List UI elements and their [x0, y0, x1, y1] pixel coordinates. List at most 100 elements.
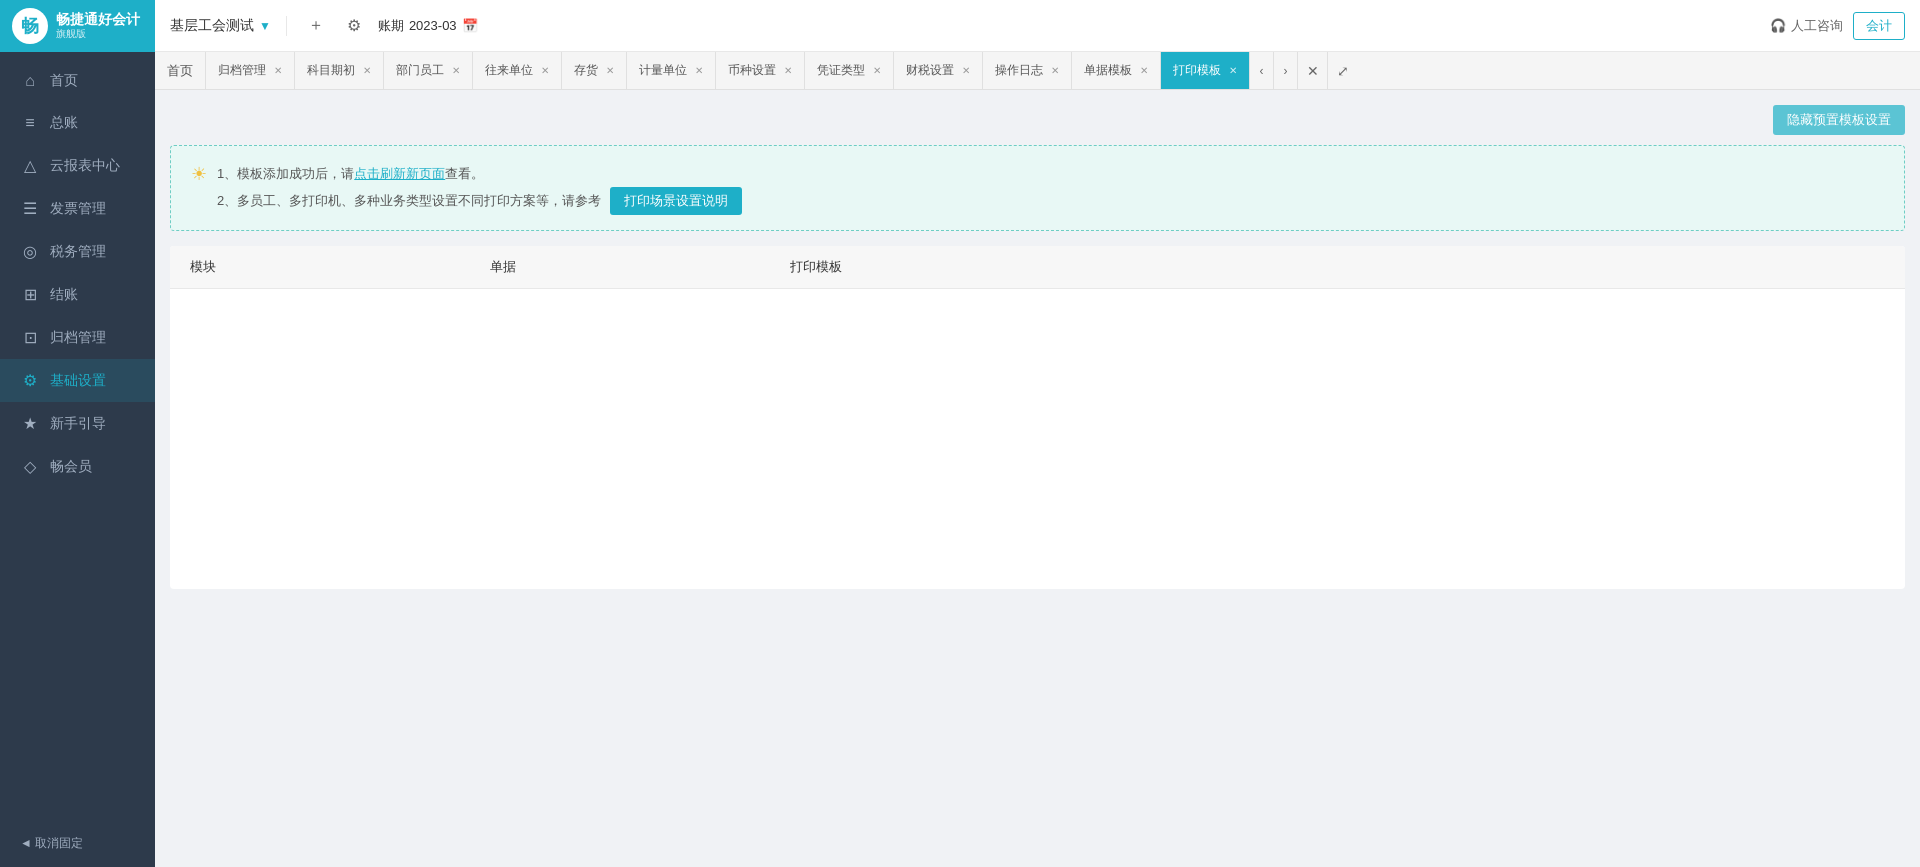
info-line-2: 2、多员工、多打印机、多种业务类型设置不同打印方案等，请参考 打印场景设置说明 — [217, 187, 742, 215]
sidebar-item-label: 基础设置 — [50, 372, 106, 390]
tab-template[interactable]: 单据模板 ✕ — [1072, 52, 1161, 90]
tab-subject[interactable]: 科目期初 ✕ — [295, 52, 384, 90]
company-selector[interactable]: 基层工会测试 ▼ — [170, 17, 271, 35]
sidebar-item-invoice[interactable]: ☰ 发票管理 — [0, 187, 155, 230]
tab-archive[interactable]: 归档管理 ✕ — [206, 52, 295, 90]
tab-currency-label: 币种设置 — [728, 62, 776, 79]
archive-icon: ⊡ — [20, 328, 40, 347]
action-bar: 隐藏预置模板设置 — [170, 105, 1905, 135]
tab-unit-label: 计量单位 — [639, 62, 687, 79]
tab-unit-close-icon[interactable]: ✕ — [695, 66, 703, 76]
tab-print-label: 打印模板 — [1173, 62, 1221, 79]
topbar-divider-1 — [286, 16, 287, 36]
sidebar-logo: 畅 畅捷通好会计 旗舰版 — [0, 0, 155, 52]
company-name: 基层工会测试 — [170, 17, 254, 35]
sidebar-item-tax[interactable]: ◎ 税务管理 — [0, 230, 155, 273]
period-value: 2023-03 — [409, 18, 457, 33]
member-icon: ◇ — [20, 457, 40, 476]
table-header: 模块 单据 打印模板 — [170, 246, 1905, 289]
tabs-next-button[interactable]: › — [1274, 52, 1298, 90]
tab-taxsetting-label: 财税设置 — [906, 62, 954, 79]
tab-subject-close-icon[interactable]: ✕ — [363, 66, 371, 76]
sidebar-footer[interactable]: ◄ 取消固定 — [0, 820, 155, 867]
sidebar-item-member[interactable]: ◇ 畅会员 — [0, 445, 155, 488]
sidebar-item-label: 税务管理 — [50, 243, 106, 261]
tab-oplog-label: 操作日志 — [995, 62, 1043, 79]
tab-currency-close-icon[interactable]: ✕ — [784, 66, 792, 76]
info-line2-prefix: 2、多员工、多打印机、多种业务类型设置不同打印方案等，请参考 — [217, 193, 601, 208]
guide-icon: ★ — [20, 414, 40, 433]
main-area: 基层工会测试 ▼ ＋ ⚙ 账期 2023-03 📅 🎧 人工咨询 会计 首页 归… — [155, 0, 1920, 867]
home-icon: ⌂ — [20, 72, 40, 90]
tab-inventory-label: 存货 — [574, 62, 598, 79]
topbar-right: 🎧 人工咨询 会计 — [1770, 12, 1905, 40]
tabs-prev-button[interactable]: ‹ — [1250, 52, 1274, 90]
info-box: ☀ 1、模板添加成功后，请点击刷新新页面查看。 2、多员工、多打印机、多种业务类… — [170, 145, 1905, 231]
sidebar-item-settings[interactable]: ⚙ 基础设置 — [0, 359, 155, 402]
tab-partner[interactable]: 往来单位 ✕ — [473, 52, 562, 90]
tab-voucher-close-icon[interactable]: ✕ — [873, 66, 881, 76]
settings-gear-icon[interactable]: ⚙ — [340, 12, 368, 40]
sidebar-item-archive[interactable]: ⊡ 归档管理 — [0, 316, 155, 359]
info-text-block: 1、模板添加成功后，请点击刷新新页面查看。 2、多员工、多打印机、多种业务类型设… — [217, 161, 742, 215]
sidebar-item-label: 云报表中心 — [50, 157, 120, 175]
company-chevron-icon: ▼ — [259, 19, 271, 33]
period-info: 账期 2023-03 📅 — [378, 17, 478, 35]
content-area: 隐藏预置模板设置 ☀ 1、模板添加成功后，请点击刷新新页面查看。 2、多员工、多… — [155, 90, 1920, 867]
column-print-template: 打印模板 — [770, 246, 1905, 288]
info-line1-prefix: 1、模板添加成功后，请 — [217, 166, 354, 181]
invoice-icon: ☰ — [20, 199, 40, 218]
tab-taxsetting[interactable]: 财税设置 ✕ — [894, 52, 983, 90]
tab-archive-close-icon[interactable]: ✕ — [274, 66, 282, 76]
tax-icon: ◎ — [20, 242, 40, 261]
tab-template-close-icon[interactable]: ✕ — [1140, 66, 1148, 76]
sidebar-item-home[interactable]: ⌂ 首页 — [0, 60, 155, 102]
tab-home-label: 首页 — [167, 62, 193, 80]
sidebar-item-label: 总账 — [50, 114, 78, 132]
tab-subject-label: 科目期初 — [307, 62, 355, 79]
unpin-label: ◄ 取消固定 — [20, 835, 83, 852]
logo-sub: 旗舰版 — [56, 27, 140, 41]
service-button[interactable]: 🎧 人工咨询 — [1770, 17, 1843, 35]
column-module: 模块 — [170, 246, 470, 288]
tab-taxsetting-close-icon[interactable]: ✕ — [962, 66, 970, 76]
tab-department-label: 部门员工 — [396, 62, 444, 79]
sidebar-item-label: 归档管理 — [50, 329, 106, 347]
info-line-1: 1、模板添加成功后，请点击刷新新页面查看。 — [217, 161, 742, 187]
tab-department-close-icon[interactable]: ✕ — [452, 66, 460, 76]
tab-department[interactable]: 部门员工 ✕ — [384, 52, 473, 90]
sidebar-item-ledger[interactable]: ≡ 总账 — [0, 102, 155, 144]
sidebar-item-label: 结账 — [50, 286, 78, 304]
sidebar-item-label: 首页 — [50, 72, 78, 90]
tab-template-label: 单据模板 — [1084, 62, 1132, 79]
calendar-icon[interactable]: 📅 — [462, 18, 478, 33]
tabs-close-all-button[interactable]: ✕ — [1298, 52, 1328, 90]
tab-print-close-icon[interactable]: ✕ — [1229, 66, 1237, 76]
tab-inventory[interactable]: 存货 ✕ — [562, 52, 627, 90]
column-document: 单据 — [470, 246, 770, 288]
logo-icon: 畅 — [12, 8, 48, 44]
tab-currency[interactable]: 币种设置 ✕ — [716, 52, 805, 90]
add-icon[interactable]: ＋ — [302, 12, 330, 40]
logo-name: 畅捷通好会计 — [56, 11, 140, 28]
tab-home[interactable]: 首页 — [155, 52, 206, 90]
tab-unit[interactable]: 计量单位 ✕ — [627, 52, 716, 90]
info-line1-suffix: 查看。 — [445, 166, 484, 181]
checkout-icon: ⊞ — [20, 285, 40, 304]
tab-voucher[interactable]: 凭证类型 ✕ — [805, 52, 894, 90]
sidebar-item-guide[interactable]: ★ 新手引导 — [0, 402, 155, 445]
hide-settings-button[interactable]: 隐藏预置模板设置 — [1773, 105, 1905, 135]
sidebar-item-report[interactable]: △ 云报表中心 — [0, 144, 155, 187]
tabs-expand-button[interactable]: ⤢ — [1328, 52, 1358, 90]
tab-oplog[interactable]: 操作日志 ✕ — [983, 52, 1072, 90]
sidebar-item-checkout[interactable]: ⊞ 结账 — [0, 273, 155, 316]
tab-inventory-close-icon[interactable]: ✕ — [606, 66, 614, 76]
tab-partner-close-icon[interactable]: ✕ — [541, 66, 549, 76]
print-scene-button[interactable]: 打印场景设置说明 — [610, 187, 742, 215]
account-button[interactable]: 会计 — [1853, 12, 1905, 40]
service-label: 人工咨询 — [1791, 17, 1843, 35]
tab-print[interactable]: 打印模板 ✕ — [1161, 52, 1250, 90]
settings-icon: ⚙ — [20, 371, 40, 390]
refresh-link[interactable]: 点击刷新新页面 — [354, 166, 445, 181]
tab-oplog-close-icon[interactable]: ✕ — [1051, 66, 1059, 76]
